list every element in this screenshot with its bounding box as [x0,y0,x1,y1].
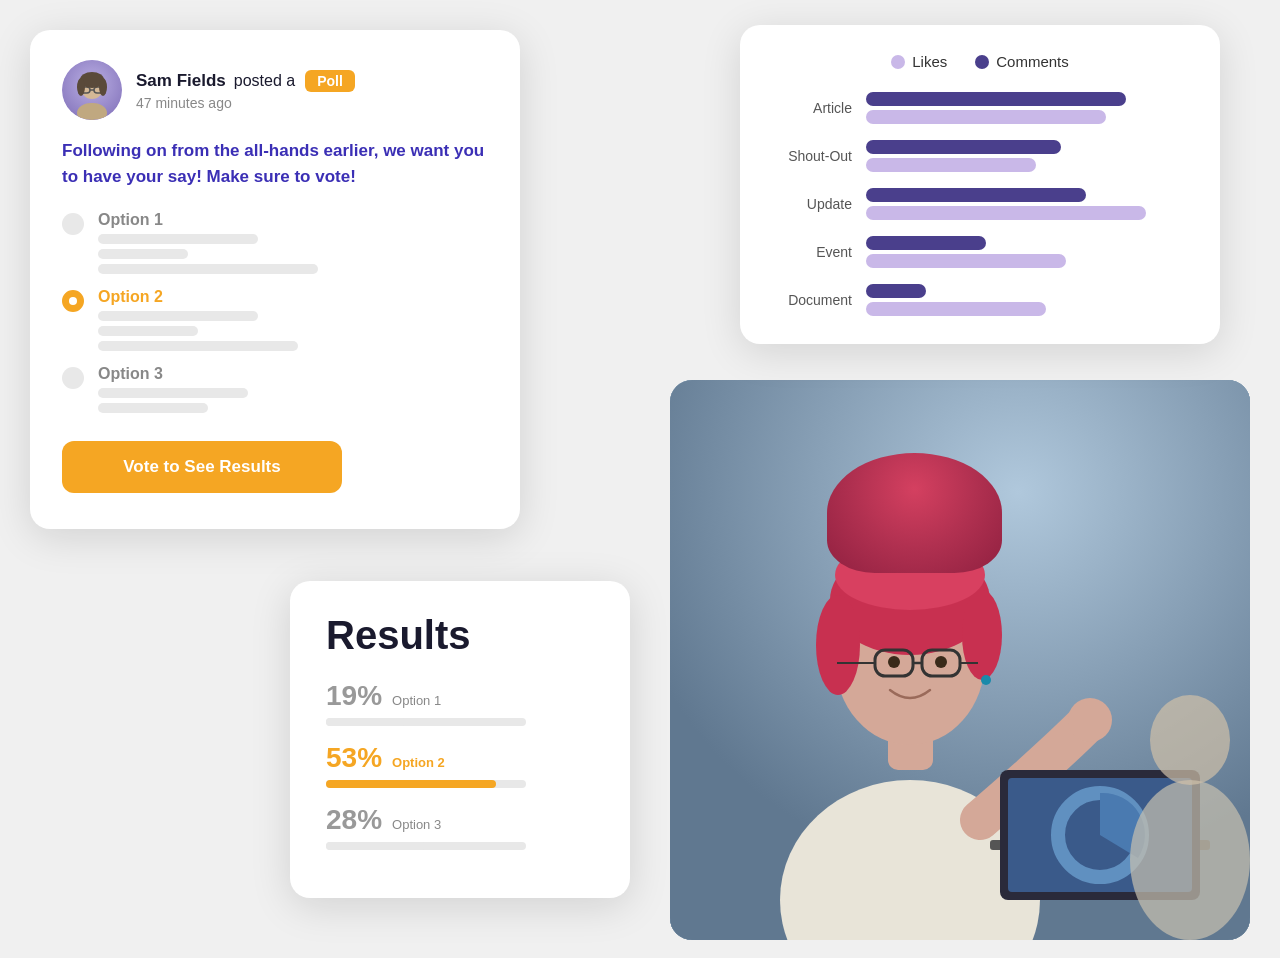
svg-point-6 [77,78,85,96]
comments-label: Comments [996,53,1069,70]
option2-line1 [98,311,258,321]
photo-area [670,380,1250,940]
bar-shoutout-likes [866,158,1036,172]
bar-article-likes [866,110,1106,124]
chart-rows: Article Shout-Out Update Event [772,92,1188,316]
poll-time: 47 minutes ago [136,95,355,111]
svg-rect-1 [77,103,107,120]
likes-dot [891,55,905,69]
poll-card: Sam Fields posted a Poll 47 minutes ago … [30,30,520,529]
bar-update-likes [866,206,1146,220]
bar-article-comments [866,92,1126,106]
svg-point-15 [962,590,1002,680]
chart-row-document: Document [772,284,1188,316]
results-card: Results 19% Option 1 53% Option 2 28% Op… [290,581,630,898]
poll-badge: Poll [305,70,355,92]
list-item[interactable]: Option 3 [62,365,488,413]
radio-option1[interactable] [62,213,84,235]
result-bar-1 [326,718,406,726]
option1-line3 [98,264,318,274]
poll-meta: Sam Fields posted a Poll 47 minutes ago [136,70,355,111]
svg-point-23 [935,656,947,668]
option1-label: Option 1 [98,211,488,229]
list-item[interactable]: Option 2 [62,288,488,351]
svg-point-31 [1150,695,1230,785]
svg-point-7 [99,78,107,96]
poll-options: Option 1 Option 2 [62,211,488,413]
svg-point-25 [1068,698,1112,742]
result-item-2: 53% Option 2 [326,742,594,788]
chart-row-article: Article [772,92,1188,124]
chart-row-shoutout: Shout-Out [772,140,1188,172]
poll-header: Sam Fields posted a Poll 47 minutes ago [62,60,488,120]
photo-person [670,380,1250,940]
radio-option2[interactable] [62,290,84,312]
vote-button[interactable]: Vote to See Results [62,441,342,493]
bar-update-comments [866,188,1086,202]
svg-point-24 [981,675,991,685]
option3-label: Option 3 [98,365,488,383]
option1-line2 [98,249,188,259]
bar-event-comments [866,236,986,250]
chart-label-update: Update [772,196,852,212]
likes-label: Likes [912,53,947,70]
option2-label: Option 2 [98,288,488,306]
result-pct-1: 19% [326,680,382,712]
results-title: Results [326,613,594,658]
bar-document-comments [866,284,926,298]
poll-question: Following on from the all-hands earlier,… [62,138,488,189]
legend-comments: Comments [975,53,1069,70]
list-item[interactable]: Option 1 [62,211,488,274]
chart-row-update: Update [772,188,1188,220]
author-name: Sam Fields [136,71,226,91]
legend-likes: Likes [891,53,947,70]
chart-row-event: Event [772,236,1188,268]
svg-point-22 [888,656,900,668]
chart-legend: Likes Comments [772,53,1188,70]
result-item-3: 28% Option 3 [326,804,594,850]
option3-line1 [98,388,248,398]
result-bar-2 [326,780,496,788]
result-name-2: Option 2 [392,755,445,770]
comments-dot [975,55,989,69]
radio-option3[interactable] [62,367,84,389]
bar-event-likes [866,254,1066,268]
option2-line2 [98,326,198,336]
chart-label-event: Event [772,244,852,260]
option2-line3 [98,341,298,351]
result-bar-3 [326,842,426,850]
avatar [62,60,122,120]
option1-line1 [98,234,258,244]
chart-card: Likes Comments Article Shout-Out Update [740,25,1220,344]
result-name-1: Option 1 [392,693,441,708]
poll-author-line: Sam Fields posted a Poll [136,70,355,92]
result-name-3: Option 3 [392,817,441,832]
chart-label-article: Article [772,100,852,116]
result-pct-3: 28% [326,804,382,836]
result-pct-2: 53% [326,742,382,774]
chart-label-document: Document [772,292,852,308]
svg-point-16 [835,540,985,610]
bar-document-likes [866,302,1046,316]
svg-point-14 [816,595,860,695]
chart-label-shoutout: Shout-Out [772,148,852,164]
svg-point-30 [1130,780,1250,940]
posted-text: posted a [234,72,295,90]
result-item-1: 19% Option 1 [326,680,594,726]
option3-line2 [98,403,208,413]
bar-shoutout-comments [866,140,1061,154]
